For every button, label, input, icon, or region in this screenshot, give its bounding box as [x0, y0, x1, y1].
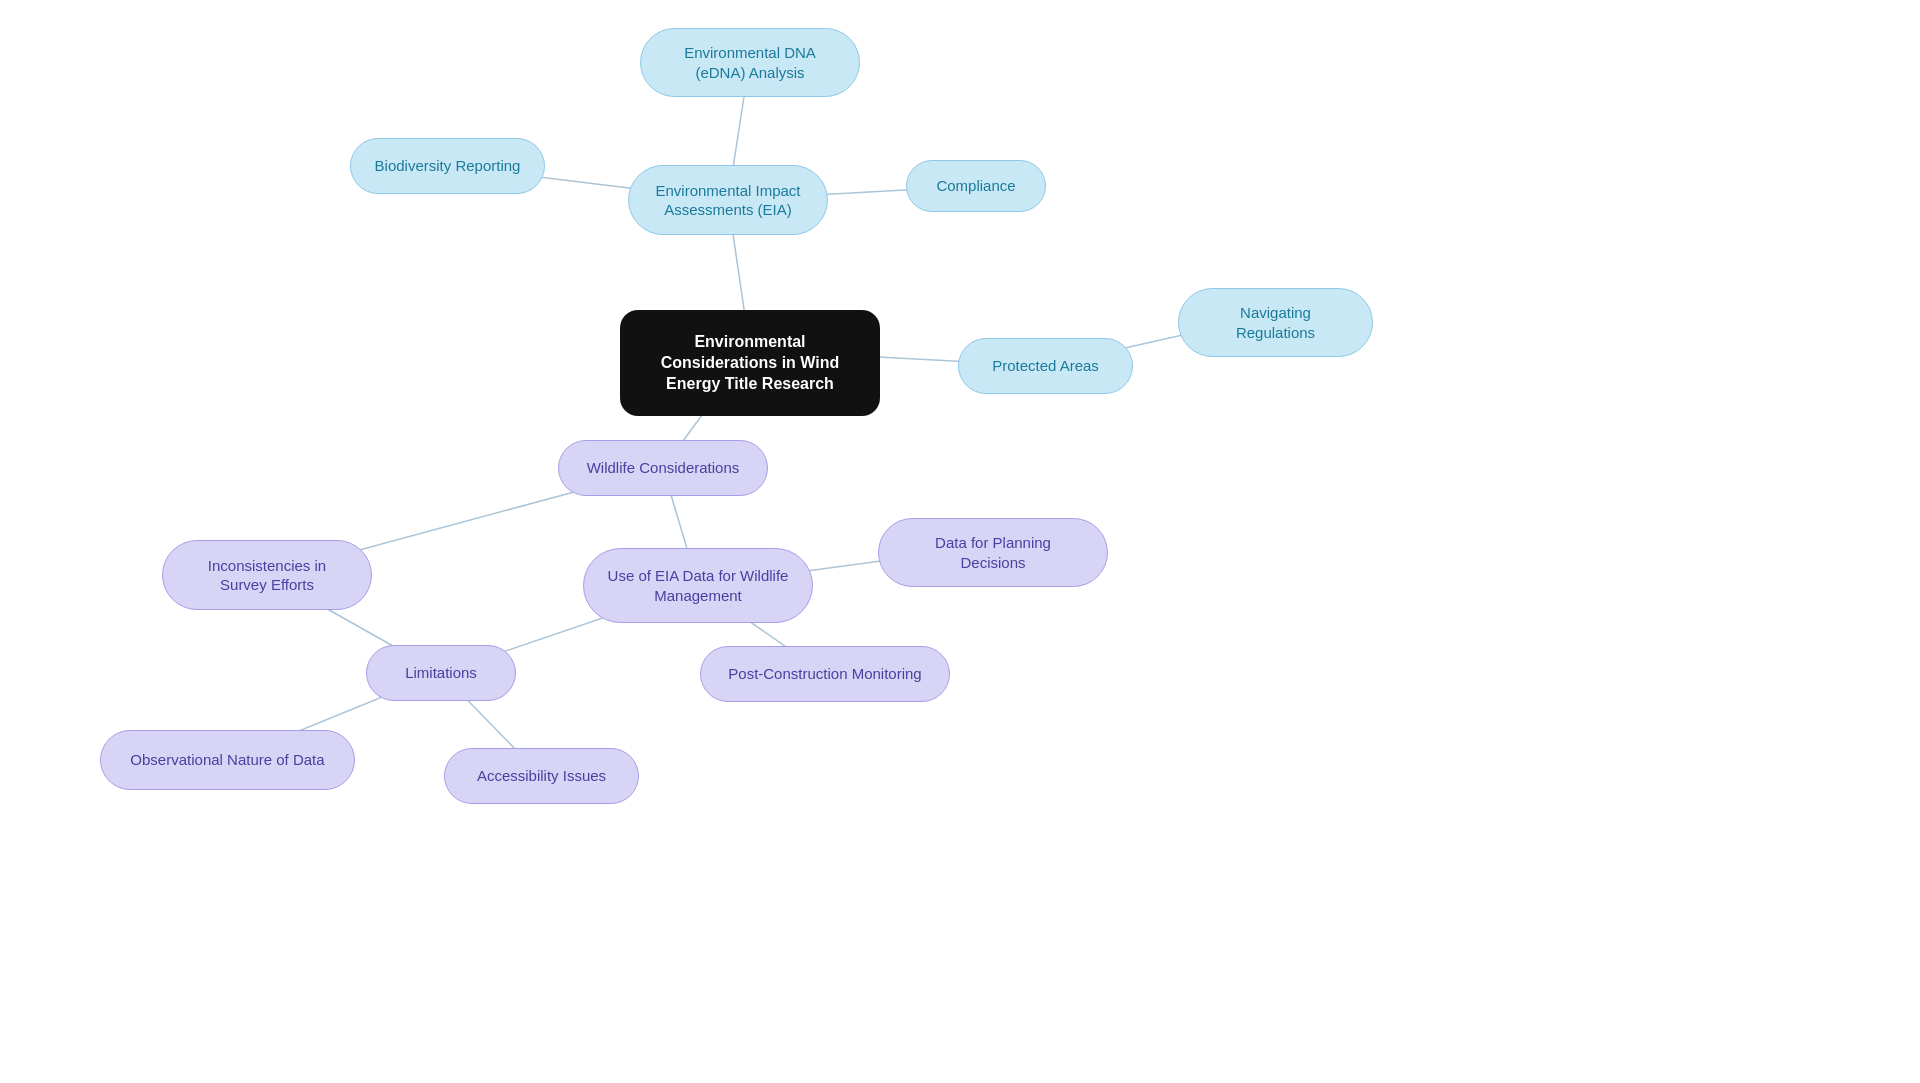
- node-edna[interactable]: Environmental DNA (eDNA) Analysis: [640, 28, 860, 97]
- node-post_construction[interactable]: Post-Construction Monitoring: [700, 646, 950, 702]
- node-observational[interactable]: Observational Nature of Data: [100, 730, 355, 790]
- node-use_eia[interactable]: Use of EIA Data for Wildlife Management: [583, 548, 813, 623]
- node-biodiversity[interactable]: Biodiversity Reporting: [350, 138, 545, 194]
- node-center[interactable]: Environmental Considerations in Wind Ene…: [620, 310, 880, 416]
- node-navigating[interactable]: Navigating Regulations: [1178, 288, 1373, 357]
- node-accessibility[interactable]: Accessibility Issues: [444, 748, 639, 804]
- mindmap-container: Environmental Considerations in Wind Ene…: [0, 0, 1920, 1083]
- node-protected[interactable]: Protected Areas: [958, 338, 1133, 394]
- node-limitations[interactable]: Limitations: [366, 645, 516, 701]
- node-data_planning[interactable]: Data for Planning Decisions: [878, 518, 1108, 587]
- node-compliance[interactable]: Compliance: [906, 160, 1046, 212]
- node-inconsistencies[interactable]: Inconsistencies in Survey Efforts: [162, 540, 372, 610]
- node-wildlife[interactable]: Wildlife Considerations: [558, 440, 768, 496]
- node-eia[interactable]: Environmental Impact Assessments (EIA): [628, 165, 828, 235]
